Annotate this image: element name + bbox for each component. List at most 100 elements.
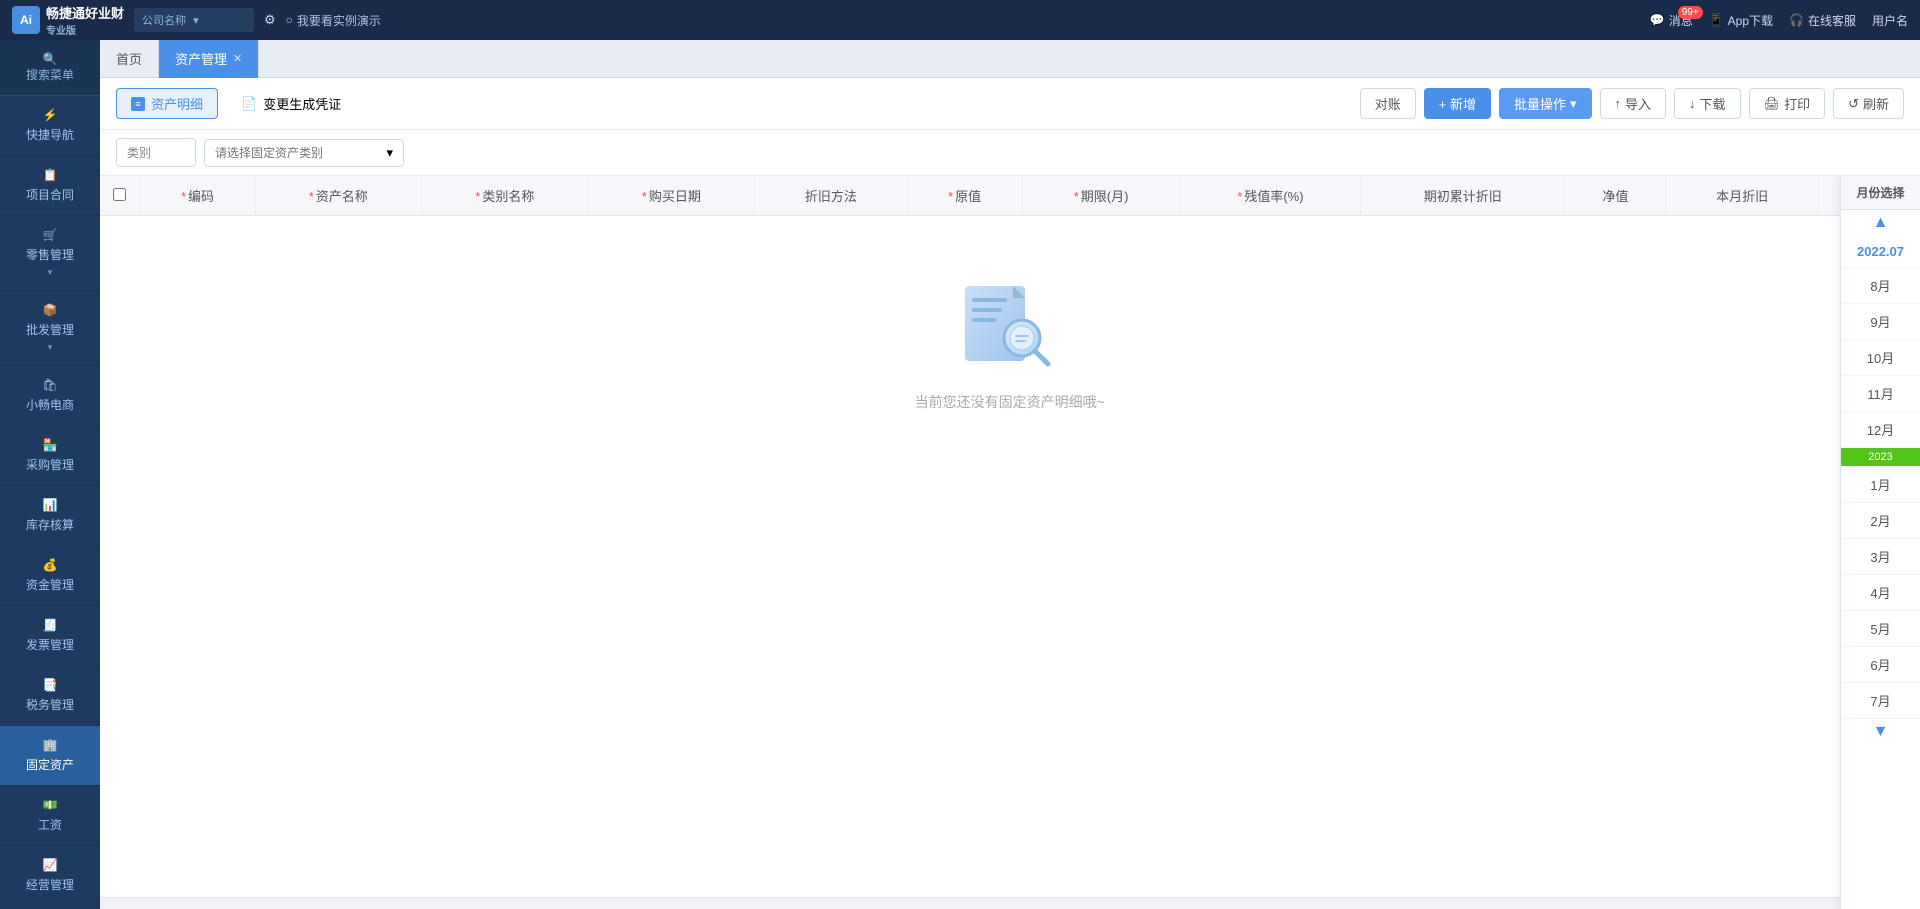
import-button[interactable]: ↑ 导入 [1600, 88, 1667, 119]
sidebar-item-purchase-mgmt[interactable]: 🏪 采购管理 [0, 426, 100, 486]
table-wrap[interactable]: *编码 *资产名称 *类别名称 *购买日期 折旧方法 *原值 *期限(月) *残… [100, 176, 1920, 897]
year-2023-badge: 2023 [1841, 448, 1920, 467]
tab-close-icon[interactable]: ✕ [233, 52, 242, 65]
sidebar-item-search-menu[interactable]: 🔍 搜索菜单 [0, 40, 100, 96]
tab-home-label: 首页 [116, 49, 142, 68]
sidebar-label-quick-nav: 快捷导航 [26, 126, 74, 143]
sidebar-item-fund-mgmt[interactable]: 💰 资金管理 [0, 546, 100, 606]
month-item-current[interactable]: 2022.07 [1841, 236, 1920, 268]
month-item-2023-4[interactable]: 4月 [1841, 575, 1920, 611]
top-bar-right: 💬 消息 99+ 📱 App下载 🎧 在线客服 用户名 [1650, 12, 1908, 29]
tab-asset-mgmt[interactable]: 资产管理 ✕ [159, 40, 259, 78]
payroll-icon: 💵 [43, 798, 58, 812]
month-item-11[interactable]: 11月 [1841, 376, 1920, 412]
month-item-2023-5[interactable]: 5月 [1841, 611, 1920, 647]
user-info[interactable]: 用户名 [1872, 12, 1908, 29]
sidebar-item-ecommerce[interactable]: 🛍 小畅电商 [0, 366, 100, 426]
online-service-button[interactable]: 🎧 在线客服 [1789, 12, 1856, 29]
month-item-8[interactable]: 8月 [1841, 268, 1920, 304]
change-voucher-icon: 📄 [241, 96, 257, 112]
sidebar-item-wholesale-mgmt[interactable]: 📦 批发管理 ▾ [0, 291, 100, 366]
refresh-button[interactable]: ↺ 刷新 [1833, 88, 1904, 119]
messages-badge: 99+ [1678, 6, 1703, 19]
sub-tab-change-voucher[interactable]: 📄 变更生成凭证 [226, 88, 356, 119]
th-asset-name: *资产名称 [255, 176, 422, 216]
th-purchase-date: *购买日期 [588, 176, 755, 216]
page-inner: *编码 *资产名称 *类别名称 *购买日期 折旧方法 *原值 *期限(月) *残… [100, 176, 1920, 909]
inventory-icon: 📊 [43, 498, 58, 512]
sidebar-item-tax-mgmt[interactable]: 📑 税务管理 [0, 666, 100, 726]
month-item-2023-1[interactable]: 1月 [1841, 467, 1920, 503]
add-new-button[interactable]: + 新增 [1424, 88, 1491, 119]
refresh-icon: ↺ [1848, 96, 1859, 112]
ecommerce-icon: 🛍 [42, 378, 57, 392]
company-name: 公司名称 [142, 15, 186, 27]
app-subtitle: 专业版 [46, 22, 124, 37]
category-filter-select[interactable]: 类别 [116, 138, 196, 167]
sidebar-item-fixed-assets[interactable]: 🏢 固定资产 [0, 726, 100, 786]
tab-bar: 首页 资产管理 ✕ [100, 40, 1920, 78]
sidebar-item-invoice-mgmt[interactable]: 🧾 发票管理 [0, 606, 100, 666]
main-layout: 🔍 搜索菜单 ⚡ 快捷导航 📋 项目合同 🛒 零售管理 ▾ 📦 批发管理 ▾ 🛍… [0, 40, 1920, 909]
month-item-2023-2[interactable]: 2月 [1841, 503, 1920, 539]
month-picker-up[interactable]: ▲ [1841, 210, 1920, 236]
sub-tabs: ≡ 资产明细 📄 变更生成凭证 对账 + 新增 批量操作 ▾ ↑ [100, 78, 1920, 130]
download-button[interactable]: ↓ 下载 [1674, 88, 1741, 119]
th-original-value: *原值 [907, 176, 1022, 216]
app-download-button[interactable]: 📱 App下载 [1709, 12, 1773, 29]
batch-ops-label: 批量操作 [1514, 94, 1566, 113]
dropdown-arrow-icon: ▾ [386, 145, 393, 161]
filter-bar: 类别 ▾ [100, 130, 1920, 176]
reconcile-button[interactable]: 对账 [1360, 88, 1416, 119]
demo-link[interactable]: ○ 我要看实例演示 [286, 12, 381, 29]
company-selector[interactable]: 公司名称 ▾ [134, 8, 254, 32]
main-content-area: *编码 *资产名称 *类别名称 *购买日期 折旧方法 *原值 *期限(月) *残… [100, 176, 1920, 909]
sidebar-label-purchase: 采购管理 [26, 456, 74, 473]
phone-icon: 📱 [1709, 13, 1724, 27]
sidebar-item-biz-mgmt[interactable]: 📈 经营管理 [0, 846, 100, 906]
content-area: 首页 资产管理 ✕ ≡ 资产明细 📄 变更生成凭证 [100, 40, 1920, 909]
th-depreciation-method: 折旧方法 [755, 176, 908, 216]
tax-icon: 📑 [43, 678, 58, 692]
sidebar-item-quick-nav[interactable]: ⚡ 快捷导航 [0, 96, 100, 156]
month-item-9[interactable]: 9月 [1841, 304, 1920, 340]
sub-tab-asset-detail[interactable]: ≡ 资产明细 [116, 88, 218, 119]
month-item-2023-3[interactable]: 3月 [1841, 539, 1920, 575]
brand-icon: Ai [12, 6, 40, 34]
select-all-checkbox[interactable] [113, 188, 126, 201]
sidebar-item-retail-mgmt[interactable]: 🛒 零售管理 ▾ [0, 216, 100, 291]
messages-button[interactable]: 💬 消息 99+ [1650, 12, 1693, 29]
category-input[interactable] [215, 146, 380, 160]
sidebar-label-tax: 税务管理 [26, 696, 74, 713]
th-accumulated-depreciation: 期初累计折旧 [1361, 176, 1565, 216]
app-download-label: App下载 [1728, 12, 1773, 29]
sidebar-label-project-contract: 项目合同 [26, 186, 74, 203]
sidebar-item-payroll[interactable]: 💵 工资 [0, 786, 100, 846]
empty-state: 当前您还没有固定资产明细哦~ [100, 216, 1920, 472]
th-category-name: *类别名称 [422, 176, 589, 216]
sidebar-label-biz: 经营管理 [26, 876, 74, 893]
sidebar-item-inventory[interactable]: 📊 库存核算 [0, 486, 100, 546]
bottom-scrollbar[interactable] [100, 897, 1920, 909]
sidebar: 🔍 搜索菜单 ⚡ 快捷导航 📋 项目合同 🛒 零售管理 ▾ 📦 批发管理 ▾ 🛍… [0, 40, 100, 909]
th-code: *编码 [140, 176, 255, 216]
sidebar-label-search: 搜索菜单 [8, 66, 92, 83]
batch-ops-button[interactable]: 批量操作 ▾ [1499, 88, 1592, 119]
month-picker-down[interactable]: ▼ [1841, 719, 1920, 745]
month-item-10[interactable]: 10月 [1841, 340, 1920, 376]
th-term: *期限(月) [1022, 176, 1180, 216]
th-monthly-depreciation: 本月折旧 [1666, 176, 1819, 216]
tab-asset-label: 资产管理 [175, 49, 227, 68]
wholesale-icon: 📦 [43, 303, 58, 317]
month-item-2023-6[interactable]: 6月 [1841, 647, 1920, 683]
print-button[interactable]: 🖨 打印 [1749, 88, 1826, 119]
month-item-2023-7[interactable]: 7月 [1841, 683, 1920, 719]
chevron-down-icon-2: ▾ [48, 342, 53, 353]
chevron-down-icon: ▾ [48, 267, 53, 278]
category-label: 类别 [127, 144, 151, 161]
tab-home[interactable]: 首页 [100, 40, 159, 78]
print-icon: 🖨 [1764, 96, 1781, 112]
settings-button[interactable]: ⚙ [264, 12, 276, 28]
month-item-12[interactable]: 12月 [1841, 412, 1920, 448]
sidebar-item-project-contract[interactable]: 📋 项目合同 [0, 156, 100, 216]
